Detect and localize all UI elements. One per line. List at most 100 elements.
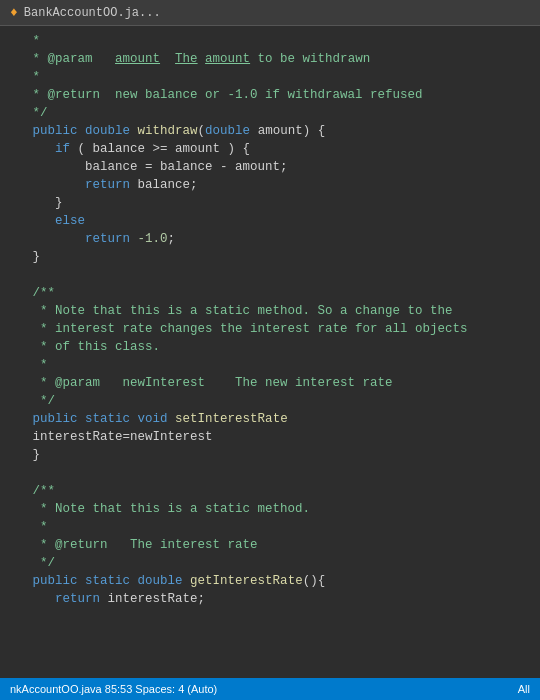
code-token: * Note that this is a static method. [10,500,310,518]
code-token: /** [10,482,55,500]
code-line: * [0,68,540,86]
code-line: * @return new balance or -1.0 if withdra… [0,86,540,104]
code-token [130,572,138,590]
code-token: else [55,212,85,230]
app: ♦ BankAccountOO.ja... * * @param amount … [0,0,540,700]
code-line: public double withdraw(double amount) { [0,122,540,140]
code-line: balance = balance - amount; [0,158,540,176]
code-token: static [85,410,130,428]
code-token: * Note that this is a static method. So … [10,302,453,320]
code-token [130,410,138,428]
code-token [10,122,33,140]
code-token: ( [198,122,206,140]
code-line: if ( balance >= amount ) { [0,140,540,158]
code-line: } [0,194,540,212]
code-token: * [10,68,40,86]
code-token: public [33,572,78,590]
title-bar: ♦ BankAccountOO.ja... [0,0,540,26]
code-token: public [33,410,78,428]
code-line: return interestRate; [0,590,540,608]
code-token: new balance or -1.0 if withdrawal refuse… [100,86,423,104]
code-token: double [205,122,250,140]
code-token [183,572,191,590]
code-token [10,410,33,428]
code-token: } [10,446,40,464]
code-token: * @param [10,374,100,392]
code-token [93,50,116,68]
code-token: The interest rate [108,536,258,554]
code-token [10,572,33,590]
code-token: * interest rate changes the interest rat… [10,320,468,338]
code-token: The [175,50,198,68]
code-token [10,590,55,608]
code-token [10,212,55,230]
code-line: */ [0,392,540,410]
code-token: -1.0 [138,230,168,248]
code-token [160,50,175,68]
code-token: balance; [130,176,198,194]
code-token [130,122,138,140]
code-token: return [85,230,130,248]
status-position: nkAccountOO.java 85:53 Spaces: 4 (Auto) [10,683,217,695]
code-line: * interest rate changes the interest rat… [0,320,540,338]
code-token [100,374,123,392]
code-token: The new interest rate [205,374,393,392]
code-token: */ [10,554,55,572]
code-token [198,50,206,68]
code-token: to be withdrawn [250,50,370,68]
code-token: (){ [303,572,326,590]
code-token: * [10,518,48,536]
code-token: * @return [10,536,108,554]
code-line: * [0,32,540,50]
code-token [10,230,85,248]
code-token: ( balance >= amount ) { [70,140,250,158]
code-line: } [0,446,540,464]
code-token: amount [205,50,250,68]
code-token: getInterestRate [190,572,303,590]
code-token: public [33,122,78,140]
code-line: * [0,518,540,536]
code-token: * @return [10,86,100,104]
code-line: * [0,356,540,374]
code-line: interestRate=newInterest [0,428,540,446]
code-editor[interactable]: * * @param amount The amount to be withd… [0,26,540,678]
code-line: * @param newInterest The new interest ra… [0,374,540,392]
code-token: ; [168,230,176,248]
code-line: * of this class. [0,338,540,356]
code-token: interestRate; [100,590,205,608]
code-token [168,410,176,428]
code-line: * Note that this is a static method. [0,500,540,518]
code-line: * Note that this is a static method. So … [0,302,540,320]
code-line: public static double getInterestRate(){ [0,572,540,590]
code-token: return [55,590,100,608]
code-token: amount [115,50,160,68]
code-token: withdraw [138,122,198,140]
status-mode: All [518,683,530,695]
code-token: double [85,122,130,140]
code-token: static [85,572,130,590]
code-token: void [138,410,168,428]
code-token [78,410,86,428]
code-token: newInterest [123,374,206,392]
code-line: /** [0,284,540,302]
code-line: return balance; [0,176,540,194]
code-line [0,464,540,482]
code-token: interestRate=newInterest [10,428,213,446]
code-token [10,176,85,194]
code-line: else [0,212,540,230]
code-token: * [10,32,40,50]
code-line: * @return The interest rate [0,536,540,554]
code-line: } [0,248,540,266]
code-token: if [55,140,70,158]
code-line: public static void setInterestRate [0,410,540,428]
code-line: */ [0,554,540,572]
code-token: * [10,356,48,374]
code-token: * @param [10,50,93,68]
code-token: double [138,572,183,590]
code-line: * @param amount The amount to be withdra… [0,50,540,68]
code-token [130,230,138,248]
code-line: */ [0,104,540,122]
code-line [0,266,540,284]
code-token: */ [10,392,55,410]
code-line: return -1.0; [0,230,540,248]
